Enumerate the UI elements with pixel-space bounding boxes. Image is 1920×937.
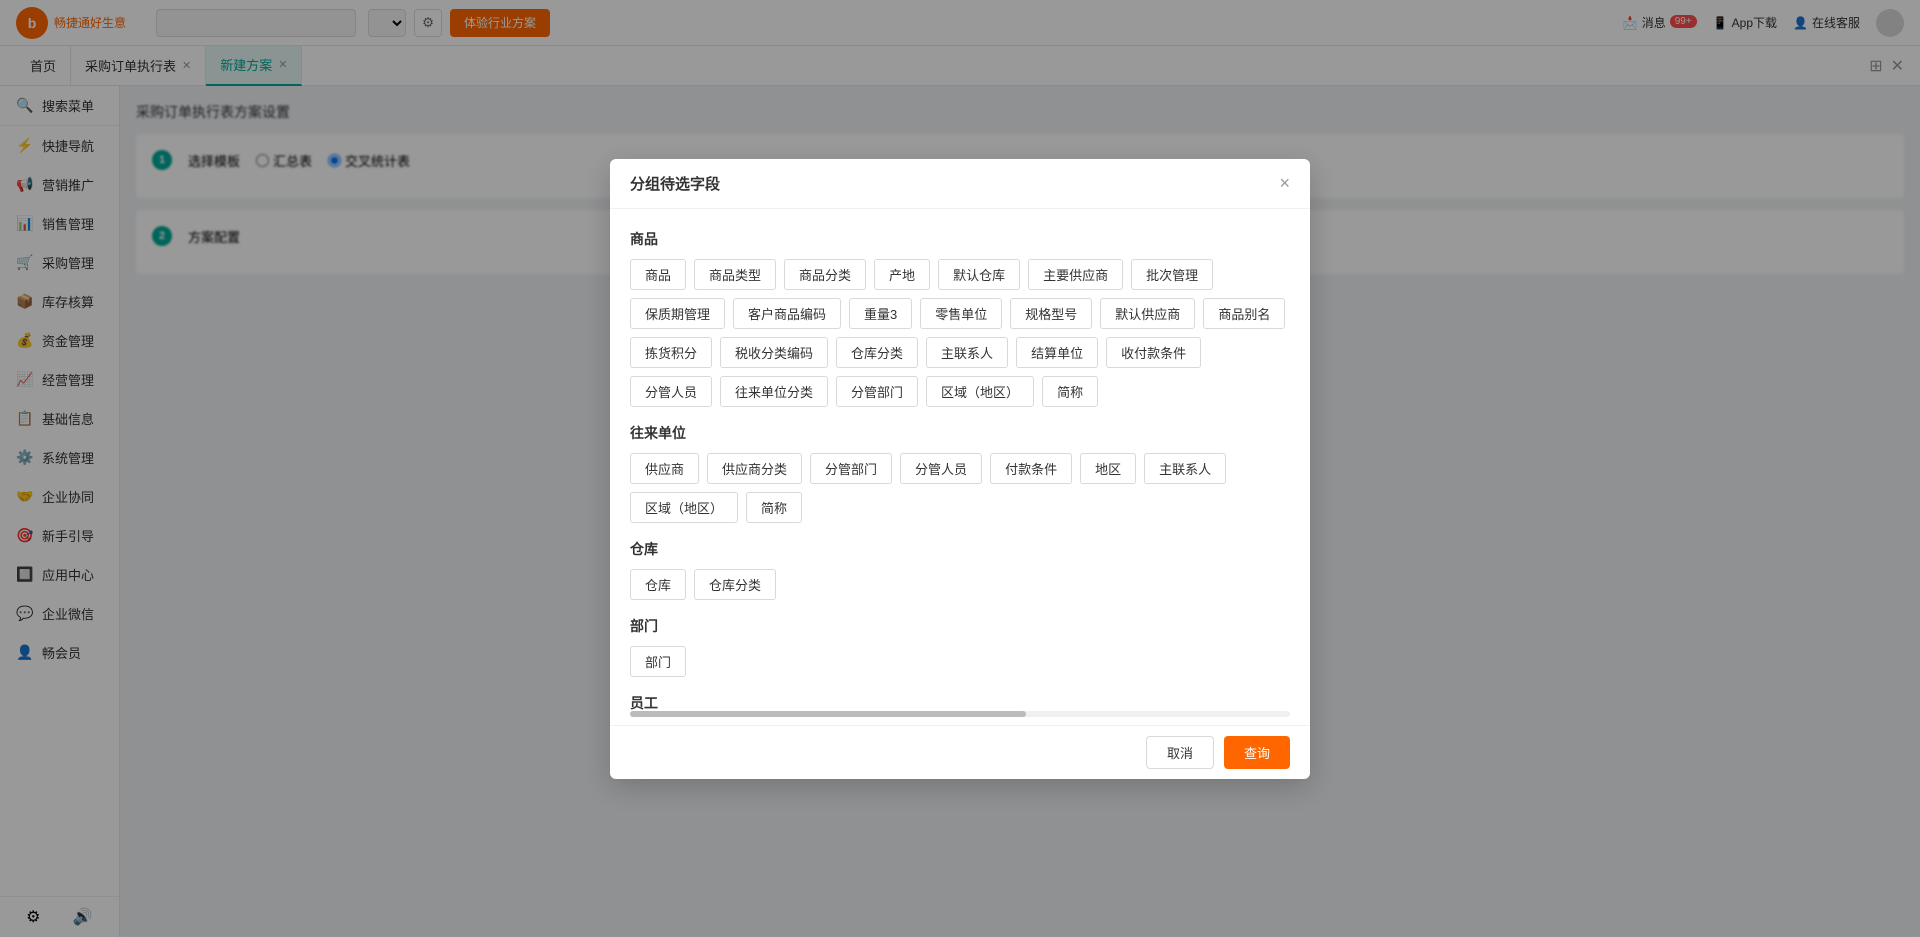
field-tag[interactable]: 供应商: [630, 453, 699, 484]
field-tag[interactable]: 地区: [1080, 453, 1136, 484]
field-tag[interactable]: 部门: [630, 646, 686, 677]
field-tag[interactable]: 商品: [630, 259, 686, 290]
section-title-counterparty: 往来单位: [630, 423, 1290, 443]
modal-close-button[interactable]: ×: [1279, 173, 1290, 194]
field-tag[interactable]: 商品别名: [1203, 298, 1285, 329]
field-tag[interactable]: 主联系人: [926, 337, 1008, 368]
field-tag[interactable]: 往来单位分类: [720, 376, 828, 407]
field-tag[interactable]: 分管部门: [836, 376, 918, 407]
field-tag[interactable]: 区域（地区）: [630, 492, 738, 523]
section-title-product: 商品: [630, 229, 1290, 249]
section-title-dept: 部门: [630, 616, 1290, 636]
field-tag[interactable]: 客户商品编码: [733, 298, 841, 329]
field-tag[interactable]: 规格型号: [1010, 298, 1092, 329]
field-tag[interactable]: 简称: [1042, 376, 1098, 407]
field-tag[interactable]: 区域（地区）: [926, 376, 1034, 407]
field-tag[interactable]: 仓库分类: [694, 569, 776, 600]
field-tag[interactable]: 默认供应商: [1100, 298, 1195, 329]
field-tag[interactable]: 保质期管理: [630, 298, 725, 329]
section-title-employee: 员工: [630, 693, 1290, 711]
field-tag[interactable]: 仓库: [630, 569, 686, 600]
field-tag[interactable]: 供应商分类: [707, 453, 802, 484]
field-tag[interactable]: 默认仓库: [938, 259, 1020, 290]
field-tag[interactable]: 税收分类编码: [720, 337, 828, 368]
field-select-modal: 分组待选字段 × 商品 商品 商品类型 商品分类 产地 默认仓库 主要供应商 批…: [610, 159, 1310, 779]
modal-confirm-button[interactable]: 查询: [1224, 736, 1290, 769]
field-tag[interactable]: 主要供应商: [1028, 259, 1123, 290]
section-title-warehouse: 仓库: [630, 539, 1290, 559]
field-tag[interactable]: 商品分类: [784, 259, 866, 290]
field-tag[interactable]: 结算单位: [1016, 337, 1098, 368]
field-tag[interactable]: 分管部门: [810, 453, 892, 484]
field-tag[interactable]: 收付款条件: [1106, 337, 1201, 368]
field-grid-warehouse: 仓库 仓库分类: [630, 569, 1290, 600]
field-tag[interactable]: 简称: [746, 492, 802, 523]
modal-body: 商品 商品 商品类型 商品分类 产地 默认仓库 主要供应商 批次管理 保质期管理…: [610, 209, 1310, 711]
modal-header: 分组待选字段 ×: [610, 159, 1310, 209]
field-tag[interactable]: 零售单位: [920, 298, 1002, 329]
modal-overlay: 分组待选字段 × 商品 商品 商品类型 商品分类 产地 默认仓库 主要供应商 批…: [0, 0, 1920, 937]
field-tag[interactable]: 产地: [874, 259, 930, 290]
field-tag[interactable]: 商品类型: [694, 259, 776, 290]
field-tag[interactable]: 重量3: [849, 298, 912, 329]
field-tag[interactable]: 分管人员: [630, 376, 712, 407]
modal-footer: 取消 查询: [610, 725, 1310, 779]
modal-cancel-button[interactable]: 取消: [1146, 736, 1214, 769]
field-tag[interactable]: 分管人员: [900, 453, 982, 484]
field-tag[interactable]: 批次管理: [1131, 259, 1213, 290]
modal-title: 分组待选字段: [630, 173, 720, 194]
modal-horizontal-scrollbar[interactable]: [630, 711, 1290, 717]
field-tag[interactable]: 拣货积分: [630, 337, 712, 368]
field-grid-product: 商品 商品类型 商品分类 产地 默认仓库 主要供应商 批次管理 保质期管理 客户…: [630, 259, 1290, 407]
field-tag[interactable]: 付款条件: [990, 453, 1072, 484]
modal-scrollbar-thumb: [630, 711, 1026, 717]
field-tag[interactable]: 仓库分类: [836, 337, 918, 368]
field-tag[interactable]: 主联系人: [1144, 453, 1226, 484]
field-grid-counterparty: 供应商 供应商分类 分管部门 分管人员 付款条件 地区 主联系人 区域（地区） …: [630, 453, 1290, 523]
field-grid-dept: 部门: [630, 646, 1290, 677]
